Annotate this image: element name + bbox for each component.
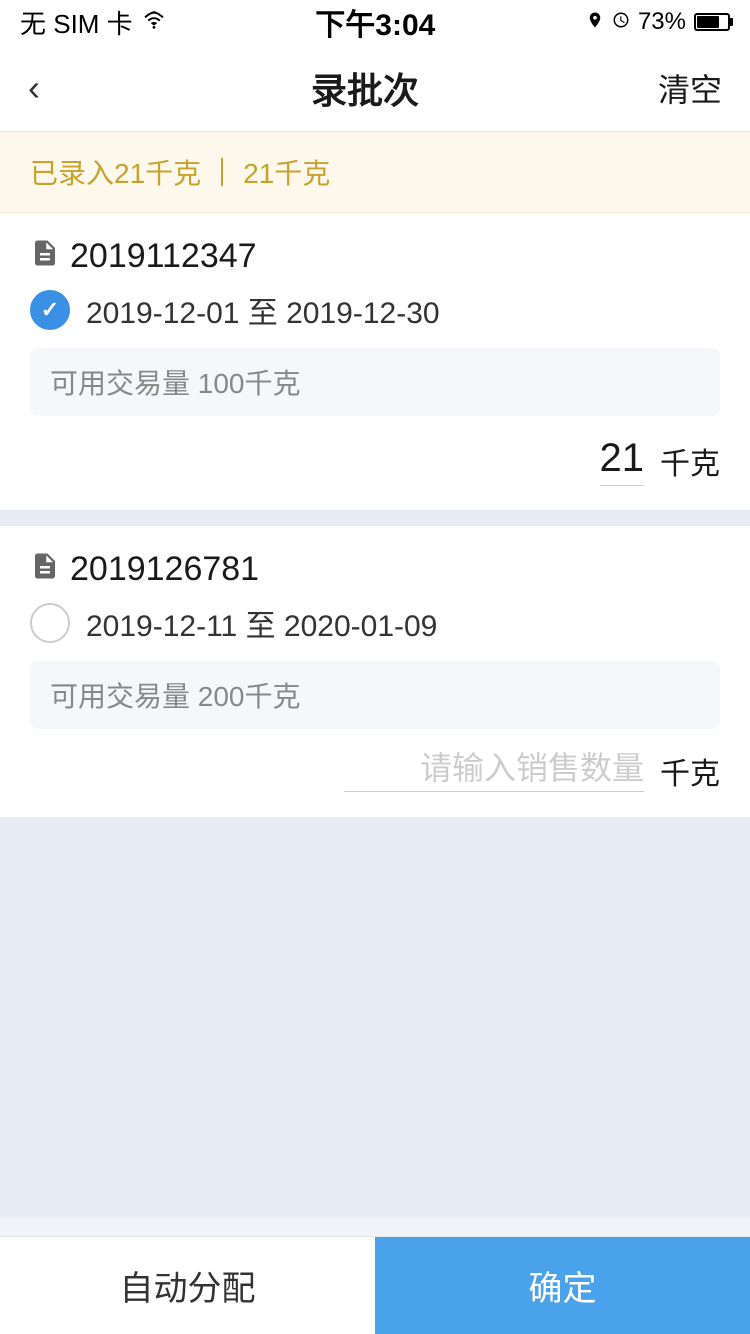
- status-time: 下午3:04: [315, 0, 435, 44]
- confirm-button[interactable]: 确定: [375, 1237, 750, 1334]
- doc-icon-2: [30, 551, 60, 589]
- nav-bar: ‹ 录批次 清空: [0, 44, 750, 132]
- clear-button[interactable]: 清空: [642, 65, 722, 111]
- back-button[interactable]: ‹: [28, 67, 88, 109]
- batch-date-row-1: 2019-12-01 至 2019-12-30: [30, 288, 720, 332]
- summary-bar: 已录入21千克 21千克: [0, 132, 750, 213]
- summary-divider: [221, 158, 223, 186]
- batch-card-1: 2019112347 2019-12-01 至 2019-12-30 可用交易量…: [0, 213, 750, 416]
- alarm-icon: [612, 8, 630, 36]
- auto-distribute-button[interactable]: 自动分配: [0, 1237, 375, 1334]
- amount-row-1: 21 千克: [0, 416, 750, 510]
- batch-header-1: 2019112347: [30, 237, 720, 276]
- carrier-label: 无 SIM 卡: [20, 4, 133, 41]
- batch-card-2: 2019126781 2019-12-11 至 2020-01-09 可用交易量…: [0, 526, 750, 729]
- batch-radio-2[interactable]: [30, 603, 70, 643]
- content-area: 2019112347 2019-12-01 至 2019-12-30 可用交易量…: [0, 213, 750, 1315]
- batch-header-2: 2019126781: [30, 550, 720, 589]
- doc-icon-1: [30, 238, 60, 276]
- status-bar: 无 SIM 卡 下午3:04 73%: [0, 0, 750, 44]
- batch-id-2: 2019126781: [70, 550, 259, 589]
- available-qty-2: 可用交易量 200千克: [30, 661, 720, 729]
- battery-icon: [694, 13, 730, 31]
- empty-area: [0, 817, 750, 1217]
- section-divider: [0, 510, 750, 526]
- status-left: 无 SIM 卡: [20, 4, 165, 41]
- batch-date-1: 2019-12-01 至 2019-12-30: [86, 288, 440, 332]
- amount-unit-1: 千克: [660, 439, 720, 483]
- battery-percent: 73%: [638, 8, 686, 36]
- unit-label-2: 千克: [660, 749, 720, 793]
- batch-radio-1[interactable]: [30, 290, 70, 330]
- summary-total: 21千克: [243, 152, 330, 192]
- batch-date-2: 2019-12-11 至 2020-01-09: [86, 601, 437, 645]
- batch-id-1: 2019112347: [70, 237, 257, 276]
- input-row-2: 千克: [0, 729, 750, 817]
- status-right: 73%: [586, 8, 730, 36]
- qty-input-2[interactable]: [344, 750, 644, 792]
- page-title: 录批次: [311, 62, 419, 114]
- bottom-bar: 自动分配 确定: [0, 1236, 750, 1334]
- available-qty-1: 可用交易量 100千克: [30, 348, 720, 416]
- wifi-icon: [143, 7, 165, 38]
- batch-date-row-2: 2019-12-11 至 2020-01-09: [30, 601, 720, 645]
- location-icon: [586, 8, 604, 36]
- summary-recorded: 已录入21千克: [30, 152, 201, 192]
- amount-value-1[interactable]: 21: [600, 436, 645, 486]
